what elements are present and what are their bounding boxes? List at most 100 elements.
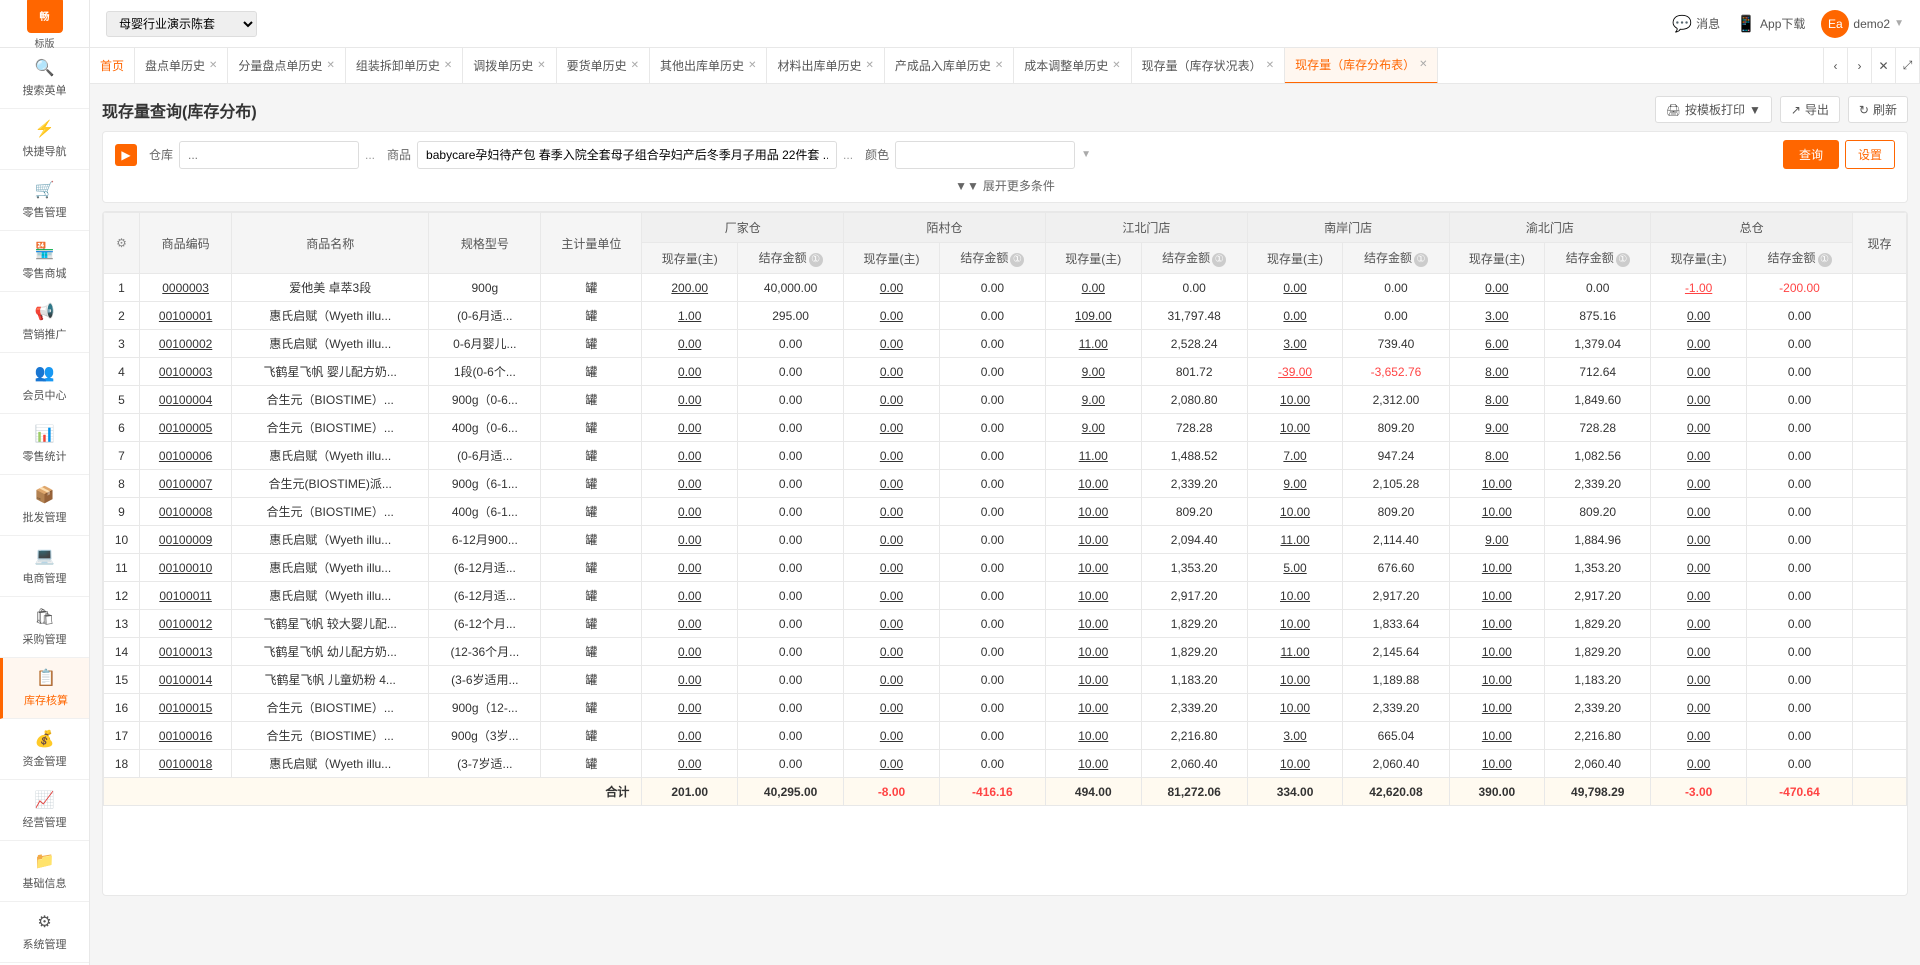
table-cell[interactable]: 0.00 [642, 750, 738, 778]
table-cell[interactable]: 10.00 [1045, 750, 1141, 778]
table-cell[interactable]: 10.00 [1449, 694, 1545, 722]
table-cell[interactable]: 10.00 [1449, 666, 1545, 694]
table-cell[interactable]: 11.00 [1247, 638, 1343, 666]
tab-expand-btn[interactable]: ⤢ [1896, 48, 1920, 84]
table-cell[interactable]: 7.00 [1247, 442, 1343, 470]
table-cell[interactable]: 10.00 [1045, 610, 1141, 638]
table-cell[interactable]: 00100007 [140, 470, 232, 498]
tab-8[interactable]: 产成品入库单历史 ✕ [885, 48, 1014, 84]
table-cell[interactable]: 0.00 [1651, 414, 1747, 442]
warehouse-ellipsis[interactable]: ... [365, 148, 375, 162]
table-cell[interactable]: 0.00 [1651, 442, 1747, 470]
table-cell[interactable]: 00100015 [140, 694, 232, 722]
table-cell[interactable]: 9.00 [1045, 358, 1141, 386]
table-cell[interactable]: 9.00 [1449, 526, 1545, 554]
tab-next-btn[interactable]: › [1848, 48, 1872, 84]
table-cell[interactable]: 8.00 [1449, 442, 1545, 470]
table-cell[interactable]: 00100011 [140, 582, 232, 610]
table-cell[interactable]: 10.00 [1045, 526, 1141, 554]
tab-11-close[interactable]: ✕ [1419, 59, 1427, 70]
sidebar-item-wholesale[interactable]: 📦 批发管理 [0, 475, 89, 536]
table-cell[interactable]: -39.00 [1247, 358, 1343, 386]
query-btn[interactable]: 查询 [1783, 140, 1839, 169]
table-cell[interactable]: 00100008 [140, 498, 232, 526]
table-cell[interactable]: 0.00 [844, 274, 940, 302]
info-icon-6[interactable]: ① [1818, 253, 1832, 267]
table-cell[interactable]: 1.00 [642, 302, 738, 330]
sidebar-item-purchase[interactable]: 🛍 采购管理 [0, 597, 89, 658]
table-cell[interactable]: 0.00 [642, 386, 738, 414]
tab-6[interactable]: 其他出库单历史 ✕ [650, 48, 767, 84]
sidebar-item-system[interactable]: ⚙ 系统管理 [0, 902, 89, 963]
sidebar-item-retail-shop[interactable]: 🏪 零售商城 [0, 231, 89, 292]
table-cell[interactable]: 10.00 [1045, 722, 1141, 750]
setting-btn[interactable]: 设置 [1845, 140, 1895, 169]
table-cell[interactable]: 0.00 [844, 666, 940, 694]
table-cell[interactable]: 0.00 [1651, 582, 1747, 610]
tab-6-close[interactable]: ✕ [748, 60, 756, 71]
print-btn[interactable]: 🖨 按模板打印 ▼ [1655, 96, 1772, 123]
table-cell[interactable]: 8.00 [1449, 358, 1545, 386]
table-cell[interactable]: 10.00 [1449, 750, 1545, 778]
table-cell[interactable]: 0.00 [844, 442, 940, 470]
table-cell[interactable]: 0.00 [642, 582, 738, 610]
table-cell[interactable]: 9.00 [1247, 470, 1343, 498]
color-input[interactable] [895, 141, 1075, 169]
table-cell[interactable]: 0.00 [642, 554, 738, 582]
table-cell[interactable]: 0.00 [642, 610, 738, 638]
table-cell[interactable]: 3.00 [1449, 302, 1545, 330]
tab-11[interactable]: 现存量（库存分布表） ✕ [1285, 48, 1438, 84]
table-cell[interactable]: 5.00 [1247, 554, 1343, 582]
table-cell[interactable]: 3.00 [1247, 722, 1343, 750]
table-cell[interactable]: 10.00 [1045, 666, 1141, 694]
export-btn[interactable]: ↗ 导出 [1780, 96, 1840, 123]
product-ellipsis[interactable]: ... [843, 148, 853, 162]
table-cell[interactable]: 10.00 [1045, 638, 1141, 666]
table-cell[interactable]: 0000003 [140, 274, 232, 302]
tab-7-close[interactable]: ✕ [865, 60, 873, 71]
table-cell[interactable]: 0.00 [844, 498, 940, 526]
table-cell[interactable]: 0.00 [642, 694, 738, 722]
table-cell[interactable]: 11.00 [1045, 442, 1141, 470]
tab-4-close[interactable]: ✕ [537, 60, 545, 71]
table-cell[interactable]: 0.00 [1247, 302, 1343, 330]
table-cell[interactable]: 0.00 [1247, 274, 1343, 302]
table-cell[interactable]: 10.00 [1247, 750, 1343, 778]
table-cell[interactable]: 0.00 [1651, 554, 1747, 582]
app-download-btn[interactable]: 📱 App下载 [1736, 14, 1805, 34]
table-cell[interactable]: 9.00 [1045, 414, 1141, 442]
sidebar-item-inventory[interactable]: 📋 库存核算 [0, 658, 89, 719]
table-cell[interactable]: 10.00 [1449, 498, 1545, 526]
tab-close-all-btn[interactable]: ✕ [1872, 48, 1896, 84]
table-cell[interactable]: 0.00 [642, 442, 738, 470]
tab-7[interactable]: 材料出库单历史 ✕ [767, 48, 884, 84]
table-cell[interactable]: -1.00 [1651, 274, 1747, 302]
tab-5[interactable]: 要货单历史 ✕ [557, 48, 650, 84]
table-cell[interactable]: 10.00 [1449, 470, 1545, 498]
user-menu[interactable]: Ea demo2 ▼ [1821, 10, 1904, 38]
table-cell[interactable]: 0.00 [844, 722, 940, 750]
expand-more-btn[interactable]: ▼▼ 展开更多条件 [955, 177, 1055, 194]
table-cell[interactable]: 11.00 [1247, 526, 1343, 554]
table-cell[interactable]: 00100004 [140, 386, 232, 414]
tab-home[interactable]: 首页 [90, 48, 135, 84]
table-cell[interactable]: 10.00 [1045, 498, 1141, 526]
refresh-btn[interactable]: ↻ 刷新 [1848, 96, 1908, 123]
table-cell[interactable]: 0.00 [642, 638, 738, 666]
table-cell[interactable]: 0.00 [642, 358, 738, 386]
table-cell[interactable]: 0.00 [844, 526, 940, 554]
tab-1[interactable]: 盘点单历史 ✕ [135, 48, 228, 84]
sidebar-item-basic[interactable]: 📁 基础信息 [0, 841, 89, 902]
tab-8-close[interactable]: ✕ [995, 60, 1003, 71]
table-cell[interactable]: 10.00 [1449, 554, 1545, 582]
message-btn[interactable]: 💬 消息 [1672, 14, 1720, 34]
tab-prev-btn[interactable]: ‹ [1824, 48, 1848, 84]
info-icon-1[interactable]: ① [809, 253, 823, 267]
table-cell[interactable]: 0.00 [1651, 666, 1747, 694]
filter-toggle-btn[interactable]: ▶ [115, 144, 137, 166]
table-cell[interactable]: 0.00 [642, 330, 738, 358]
table-cell[interactable]: 10.00 [1045, 694, 1141, 722]
table-cell[interactable]: 0.00 [1651, 610, 1747, 638]
table-cell[interactable]: 0.00 [1045, 274, 1141, 302]
sidebar-item-retail[interactable]: 🛒 零售管理 [0, 170, 89, 231]
